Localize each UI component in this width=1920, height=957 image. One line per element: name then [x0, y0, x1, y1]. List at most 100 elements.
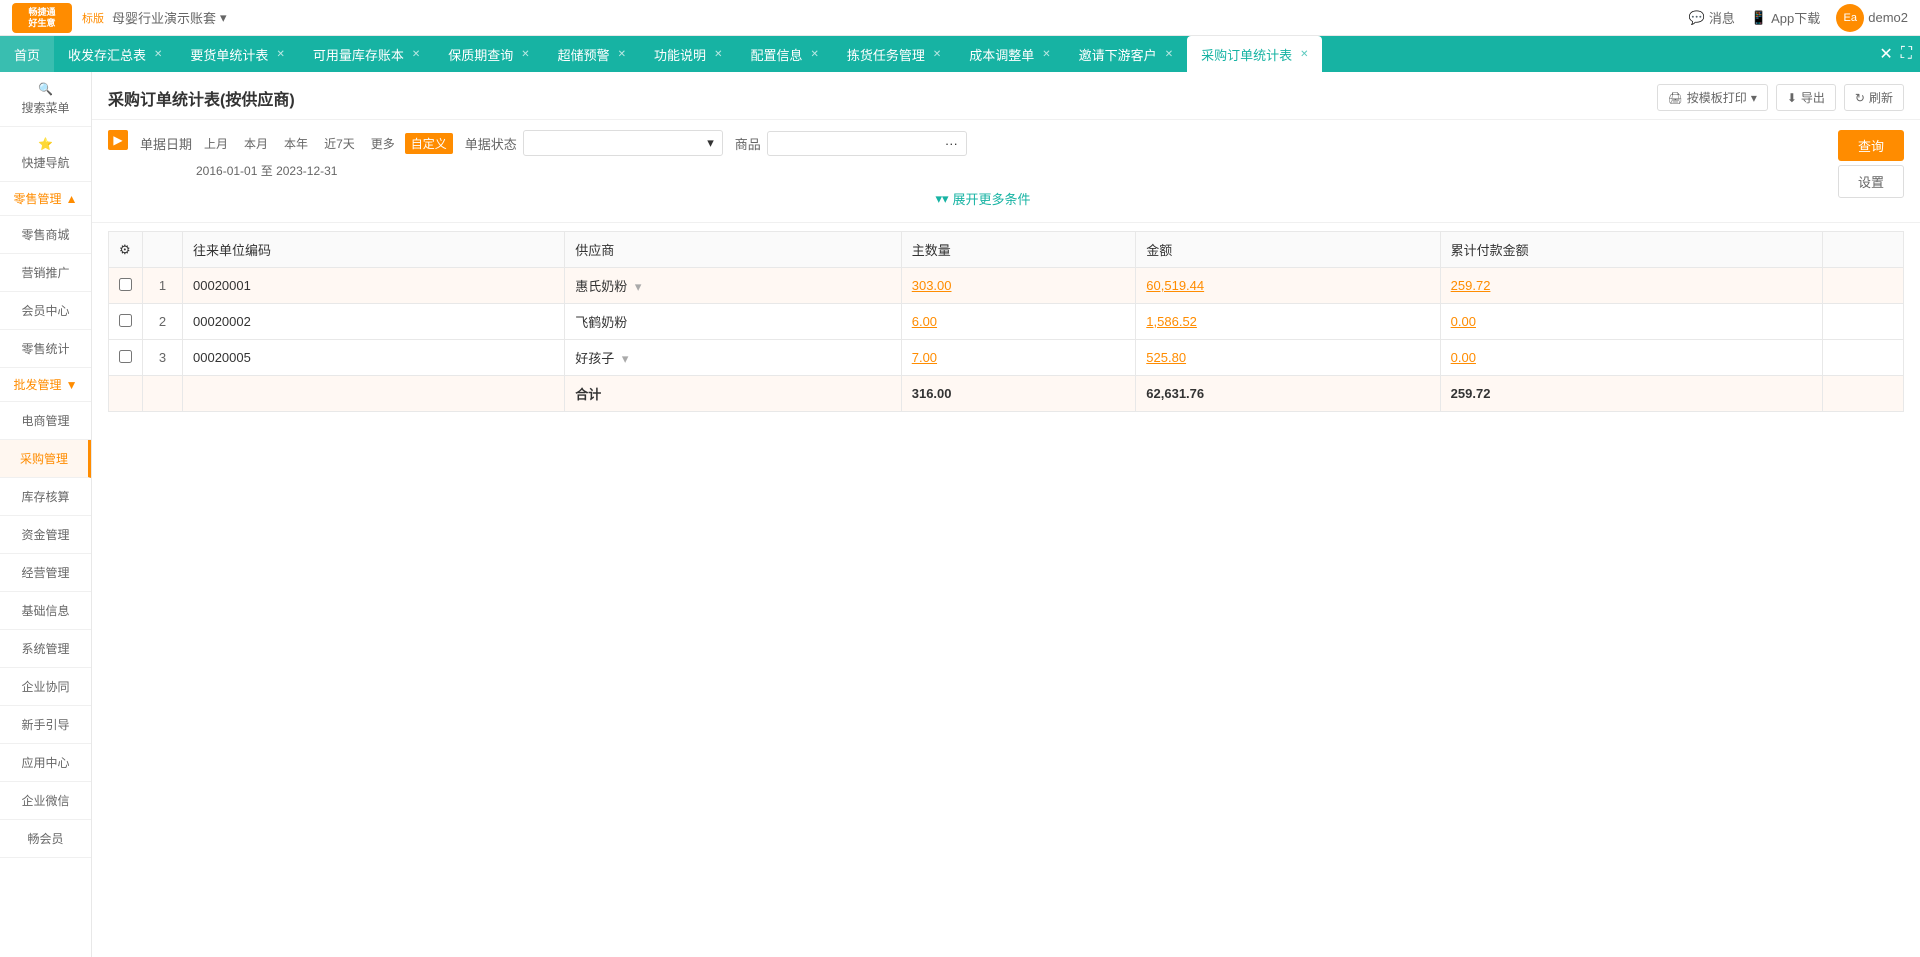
sidebar-enterprise-wechat[interactable]: 企业微信 — [0, 782, 91, 820]
sidebar-operations-mgmt[interactable]: 经营管理 — [0, 554, 91, 592]
sidebar-retail-stats[interactable]: 零售统计 — [0, 330, 91, 368]
row1-checkbox-input[interactable] — [119, 278, 132, 291]
tab-receive-send[interactable]: 收发存汇总表 ✕ — [54, 36, 176, 72]
sidebar-stock-check[interactable]: 库存核算 — [0, 478, 91, 516]
tab-available-stock[interactable]: 可用量库存账本 ✕ — [299, 36, 434, 72]
shortcut-more[interactable]: 更多 — [365, 133, 401, 154]
filter-status-select[interactable]: ▾ — [523, 130, 723, 156]
tab-overstock-warning-close[interactable]: ✕ — [618, 49, 626, 60]
row2-checkbox-input[interactable] — [119, 314, 132, 327]
row2-main-qty: 6.00 — [901, 304, 1136, 340]
tab-purchase-stats[interactable]: 采购订单统计表 ✕ — [1187, 36, 1322, 72]
tab-cost-adjust-close[interactable]: ✕ — [1042, 49, 1050, 60]
setting-btn[interactable]: 设置 — [1838, 165, 1904, 198]
th-supplier-code: 往来单位编码 — [183, 232, 565, 268]
tab-expiry-query[interactable]: 保质期查询 ✕ — [434, 36, 543, 72]
tab-purchase-stats-close[interactable]: ✕ — [1300, 49, 1308, 60]
tab-close-all-btn[interactable]: ✕ — [1879, 44, 1892, 64]
export-btn[interactable]: ⬇ 导出 — [1776, 84, 1836, 111]
filter-row-1: 单据日期 上月 本月 本年 近7天 更多 自定义 — [140, 130, 1826, 156]
tab-invite-downstream-close[interactable]: ✕ — [1165, 49, 1173, 60]
tab-invite-downstream[interactable]: 邀请下游客户 ✕ — [1065, 36, 1187, 72]
shortcut-this-month[interactable]: 本月 — [238, 133, 274, 154]
footer-empty — [1822, 376, 1903, 412]
filter-status-label: 单据状态 — [465, 134, 517, 153]
table-header-row: ⚙ 往来单位编码 供应商 主数量 金额 累计付款金额 — [109, 232, 1904, 268]
tab-function-desc-close[interactable]: ✕ — [714, 49, 722, 60]
shortcut-this-year[interactable]: 本年 — [278, 133, 314, 154]
row1-checkbox[interactable] — [109, 268, 143, 304]
message-btn[interactable]: 💬 消息 — [1689, 8, 1735, 27]
tab-config-info-close[interactable]: ✕ — [810, 49, 818, 60]
tab-picking-task[interactable]: 拣货任务管理 ✕ — [833, 36, 955, 72]
print-btn[interactable]: 🖨 按模板打印 ▾ — [1657, 84, 1768, 111]
tab-overstock-warning[interactable]: 超储预警 ✕ — [544, 36, 640, 72]
sidebar-ecommerce-mgmt-label: 电商管理 — [21, 412, 69, 429]
tab-cost-adjust[interactable]: 成本调整单 ✕ — [955, 36, 1064, 72]
refresh-btn[interactable]: ↻ 刷新 — [1844, 84, 1904, 111]
tab-goods-stats-label: 要货单统计表 — [190, 45, 268, 64]
tab-home-label: 首页 — [14, 45, 40, 64]
filter-goods-select[interactable]: ··· — [767, 131, 967, 156]
sidebar-member-center-label: 会员中心 — [21, 302, 69, 319]
sidebar-wholesale-mgmt[interactable]: 批发管理 ▼ — [0, 368, 91, 402]
tab-available-stock-close[interactable]: ✕ — [412, 49, 420, 60]
row3-checkbox[interactable] — [109, 340, 143, 376]
sidebar-ecommerce-mgmt[interactable]: 电商管理 — [0, 402, 91, 440]
table-row: 2 00020002 飞鹤奶粉 6.00 1,586.52 0.00 — [109, 304, 1904, 340]
sidebar-shortcut[interactable]: ⭐ 快捷导航 — [0, 127, 91, 182]
tab-config-info[interactable]: 配置信息 ✕ — [736, 36, 832, 72]
top-bar-right: 💬 消息 📱 App下载 Ea demo2 — [1689, 4, 1908, 32]
tab-goods-stats-close[interactable]: ✕ — [276, 49, 284, 60]
date-range-text: 2016-01-01 至 2023-12-31 — [196, 164, 337, 178]
row3-expand-icon[interactable]: ▾ — [622, 351, 629, 366]
row1-empty — [1822, 268, 1903, 304]
shortcut-last-month[interactable]: 上月 — [198, 133, 234, 154]
row3-amount: 525.80 — [1136, 340, 1440, 376]
print-icon: 🖨 — [1668, 91, 1683, 105]
sidebar-marketing[interactable]: 营销推广 — [0, 254, 91, 292]
tab-function-desc[interactable]: 功能说明 ✕ — [640, 36, 736, 72]
app-download-icon: 📱 — [1751, 10, 1767, 26]
expand-more-btn[interactable]: ▾▾ 展开更多条件 — [140, 185, 1826, 212]
shortcut-custom[interactable]: 自定义 — [405, 133, 453, 154]
sidebar-basic-info[interactable]: 基础信息 — [0, 592, 91, 630]
app-download-btn[interactable]: 📱 App下载 — [1751, 8, 1820, 27]
sidebar-retail-mgmt[interactable]: 零售管理 ▲ — [0, 182, 91, 216]
workspace-selector[interactable]: 母婴行业演示账套 ▾ — [112, 8, 227, 27]
sidebar-new-guide[interactable]: 新手引导 — [0, 706, 91, 744]
sidebar-search[interactable]: 🔍 搜索菜单 — [0, 72, 91, 127]
tab-maximize-btn[interactable]: ⛶ — [1901, 45, 1912, 63]
tab-receive-send-close[interactable]: ✕ — [154, 49, 162, 60]
row3-checkbox-input[interactable] — [119, 350, 132, 363]
filter-date-label: 单据日期 — [140, 134, 192, 153]
sidebar-system-mgmt[interactable]: 系统管理 — [0, 630, 91, 668]
filter-status-arrow: ▾ — [707, 135, 714, 151]
sidebar-enterprise-collab[interactable]: 企业协同 — [0, 668, 91, 706]
sidebar-finance-mgmt[interactable]: 资金管理 — [0, 516, 91, 554]
sidebar-member-center[interactable]: 会员中心 — [0, 292, 91, 330]
tab-home[interactable]: 首页 — [0, 36, 54, 72]
sidebar-app-center[interactable]: 应用中心 — [0, 744, 91, 782]
sidebar-member[interactable]: 畅会员 — [0, 820, 91, 858]
filter-toggle-btn[interactable]: ▶ — [108, 130, 128, 150]
chevron-down-icon: ▼ — [66, 378, 78, 392]
refresh-icon: ↻ — [1855, 91, 1865, 105]
tab-picking-task-close[interactable]: ✕ — [933, 49, 941, 60]
sidebar-purchase-mgmt[interactable]: 采购管理 — [0, 440, 91, 478]
row1-amount: 60,519.44 — [1136, 268, 1440, 304]
user-avatar-btn[interactable]: Ea demo2 — [1836, 4, 1908, 32]
query-btn[interactable]: 查询 — [1838, 130, 1904, 161]
sidebar-retail-store[interactable]: 零售商城 — [0, 216, 91, 254]
logo: 畅捷通好生意 — [12, 3, 72, 33]
row1-expand-icon[interactable]: ▾ — [635, 279, 642, 294]
shortcut-7days[interactable]: 近7天 — [318, 133, 361, 154]
avatar: Ea — [1836, 4, 1864, 32]
th-settings[interactable]: ⚙ — [109, 232, 143, 268]
row2-checkbox[interactable] — [109, 304, 143, 340]
tab-expiry-query-close[interactable]: ✕ — [521, 49, 529, 60]
username: demo2 — [1868, 10, 1908, 25]
tab-overstock-warning-label: 超储预警 — [558, 45, 610, 64]
chevron-up-icon: ▲ — [66, 192, 78, 206]
tab-goods-stats[interactable]: 要货单统计表 ✕ — [176, 36, 298, 72]
